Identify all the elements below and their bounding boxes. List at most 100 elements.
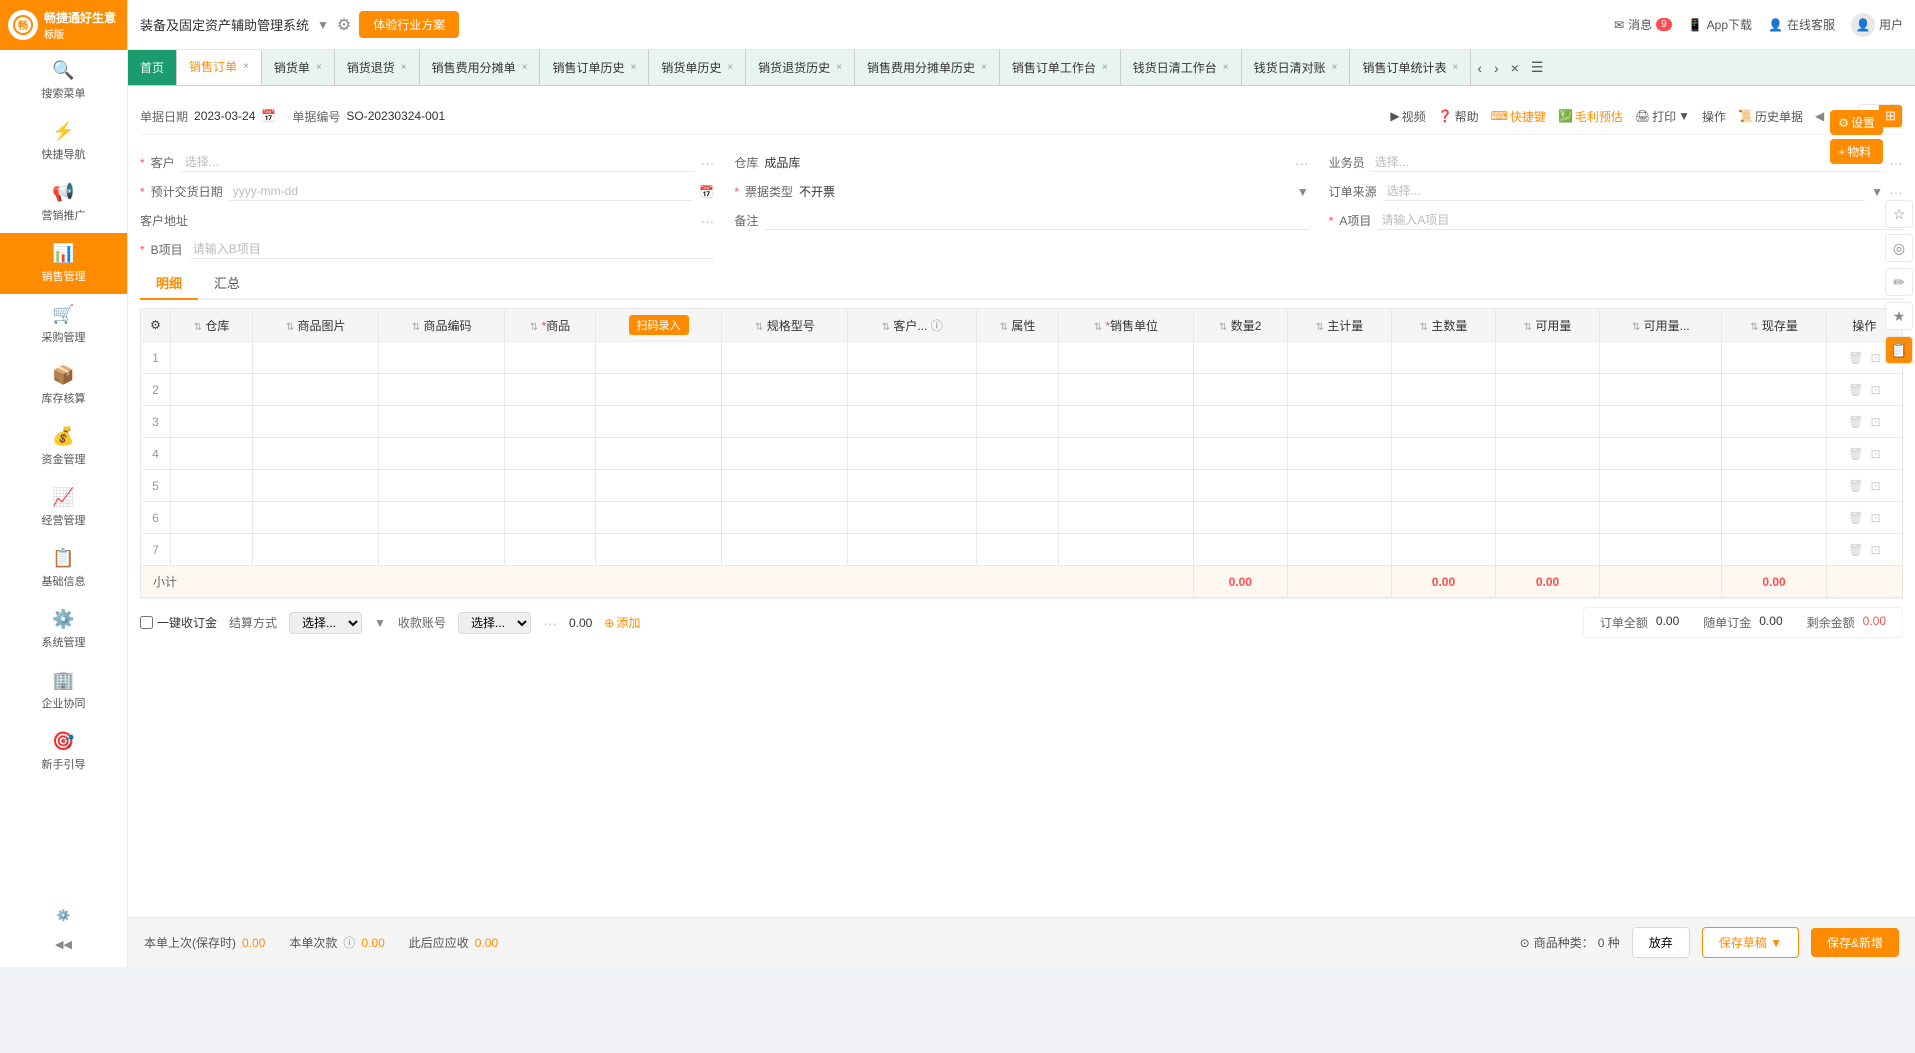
tab-next-btn[interactable]: › xyxy=(1488,50,1505,86)
material-btn[interactable]: + 物料 xyxy=(1830,139,1883,164)
tab-sales-order-close[interactable]: × xyxy=(243,61,249,72)
scan-btn[interactable]: 扫码录入 xyxy=(629,315,689,335)
salesperson-more-btn[interactable]: ··· xyxy=(1889,155,1903,171)
row-spec-6[interactable] xyxy=(722,502,848,534)
tab-list-btn[interactable]: ☰ xyxy=(1525,50,1550,86)
row-qty2-4[interactable] xyxy=(1193,438,1287,470)
payment-select[interactable]: 选择... xyxy=(289,612,362,634)
row-customer-code-4[interactable] xyxy=(848,438,977,470)
row-customer-code-6[interactable] xyxy=(848,502,977,534)
row-unit-5[interactable] xyxy=(1058,470,1193,502)
row-unit-1[interactable] xyxy=(1058,342,1193,374)
row-product-5[interactable] xyxy=(505,470,596,502)
float-icon-1[interactable]: ☆ xyxy=(1885,200,1913,228)
row-unit-4[interactable] xyxy=(1058,438,1193,470)
col-settings-header[interactable]: ⚙ xyxy=(141,309,171,342)
sort-icon-5[interactable]: ⇅ xyxy=(755,322,763,333)
sort-icon-3[interactable]: ⇅ xyxy=(412,322,420,333)
row-qty2-7[interactable] xyxy=(1193,534,1287,566)
tab-sales-expense-close[interactable]: × xyxy=(522,62,528,73)
row-copy-btn-6[interactable]: ⊡ xyxy=(1871,511,1881,525)
invoice-dropdown-icon[interactable]: ▼ xyxy=(1297,185,1309,199)
row-product-2[interactable] xyxy=(505,374,596,406)
tab-sales-bill-history-close[interactable]: × xyxy=(727,62,733,73)
row-product-7[interactable] xyxy=(505,534,596,566)
tab-expense-history-close[interactable]: × xyxy=(981,62,987,73)
tab-expense-history[interactable]: 销售费用分摊单历史 × xyxy=(855,50,1000,86)
row-customer-code-5[interactable] xyxy=(848,470,977,502)
address-more-btn[interactable]: ··· xyxy=(700,213,714,229)
row-product-1[interactable] xyxy=(505,342,596,374)
nav-prev-btn[interactable]: ◀ xyxy=(1815,109,1824,123)
salesperson-input[interactable] xyxy=(1371,153,1883,172)
sidebar-collapse-btn[interactable]: ◀◀ xyxy=(49,932,78,957)
row-customer-code-7[interactable] xyxy=(848,534,977,566)
row-spec-4[interactable] xyxy=(722,438,848,470)
row-warehouse-5[interactable] xyxy=(171,470,253,502)
sidebar-item-quick-nav[interactable]: ⚡ 快捷导航 xyxy=(0,111,127,172)
row-delete-btn-6[interactable]: 🗑 xyxy=(1848,511,1863,525)
tab-prev-btn[interactable]: ‹ xyxy=(1471,50,1488,86)
row-warehouse-3[interactable] xyxy=(171,406,253,438)
row-qty2-1[interactable] xyxy=(1193,342,1287,374)
b-project-input[interactable] xyxy=(189,240,715,259)
row-delete-btn-7[interactable]: 🗑 xyxy=(1848,543,1863,557)
row-qty2-5[interactable] xyxy=(1193,470,1287,502)
row-main-qty-4[interactable] xyxy=(1391,438,1495,470)
sidebar-item-inventory[interactable]: 📦 库存核算 xyxy=(0,355,127,416)
order-source-input[interactable] xyxy=(1383,182,1865,201)
save-new-button[interactable]: 保存&新增 xyxy=(1811,928,1899,957)
sidebar-item-enterprise[interactable]: 🏢 企业协同 xyxy=(0,660,127,721)
tab-sales-return[interactable]: 销货退货 × xyxy=(335,50,420,86)
row-attribute-7[interactable] xyxy=(976,534,1058,566)
customer-more-btn[interactable]: ··· xyxy=(700,155,714,171)
dropdown-icon[interactable]: ▼ xyxy=(317,18,329,32)
row-product-6[interactable] xyxy=(505,502,596,534)
account-more-btn[interactable]: ··· xyxy=(543,615,557,631)
tab-sales-expense[interactable]: 销售费用分摊单 × xyxy=(420,50,541,86)
settings-gear-icon[interactable]: ⚙ xyxy=(337,15,351,35)
sort-icon-11[interactable]: ⇅ xyxy=(1420,322,1428,333)
row-code-1[interactable] xyxy=(379,342,505,374)
discard-button[interactable]: 放弃 xyxy=(1632,927,1690,958)
operations-btn[interactable]: 操作 xyxy=(1702,108,1726,125)
profit-preview-btn[interactable]: 💹 毛利预估 xyxy=(1558,108,1623,125)
online-service-btn[interactable]: 👤 在线客服 xyxy=(1768,16,1835,33)
row-qty2-6[interactable] xyxy=(1193,502,1287,534)
tab-detail[interactable]: 明细 xyxy=(140,267,198,300)
tab-return-history-close[interactable]: × xyxy=(836,62,842,73)
account-select[interactable]: 选择... xyxy=(458,612,531,634)
row-code-2[interactable] xyxy=(379,374,505,406)
expected-date-input[interactable] xyxy=(229,182,694,201)
note-input[interactable] xyxy=(764,211,1308,230)
row-spec-2[interactable] xyxy=(722,374,848,406)
tab-return-history[interactable]: 销货退货历史 × xyxy=(746,50,855,86)
sort-icon-7[interactable]: ⇅ xyxy=(1000,322,1008,333)
tab-close-all-btn[interactable]: × xyxy=(1505,50,1525,86)
row-delete-btn-5[interactable]: 🗑 xyxy=(1848,479,1863,493)
row-unit-2[interactable] xyxy=(1058,374,1193,406)
row-code-7[interactable] xyxy=(379,534,505,566)
row-customer-code-2[interactable] xyxy=(848,374,977,406)
row-warehouse-6[interactable] xyxy=(171,502,253,534)
sidebar-item-system[interactable]: ⚙️ 系统管理 xyxy=(0,599,127,660)
save-draft-button[interactable]: 保存草稿 ▼ xyxy=(1702,927,1799,958)
tab-sales-bill[interactable]: 销货单 × xyxy=(262,50,335,86)
settings-btn[interactable]: ⚙ 设置 xyxy=(1830,110,1883,135)
message-btn[interactable]: ✉ 消息 9 xyxy=(1614,16,1672,33)
row-code-3[interactable] xyxy=(379,406,505,438)
print-btn[interactable]: 🖨 打印 ▼ xyxy=(1635,108,1690,125)
app-download-btn[interactable]: 📱 App下载 xyxy=(1688,16,1752,33)
tab-sales-bill-history[interactable]: 销货单历史 × xyxy=(649,50,746,86)
row-attribute-3[interactable] xyxy=(976,406,1058,438)
row-spec-7[interactable] xyxy=(722,534,848,566)
row-qty2-3[interactable] xyxy=(1193,406,1287,438)
sidebar-item-operations[interactable]: 📈 经营管理 xyxy=(0,477,127,538)
row-main-qty-7[interactable] xyxy=(1391,534,1495,566)
float-icon-3[interactable]: ✏ xyxy=(1885,268,1913,296)
order-source-more-btn[interactable]: ··· xyxy=(1889,184,1903,200)
row-code-4[interactable] xyxy=(379,438,505,470)
row-main-qty-3[interactable] xyxy=(1391,406,1495,438)
row-unit-7[interactable] xyxy=(1058,534,1193,566)
row-product-4[interactable] xyxy=(505,438,596,470)
